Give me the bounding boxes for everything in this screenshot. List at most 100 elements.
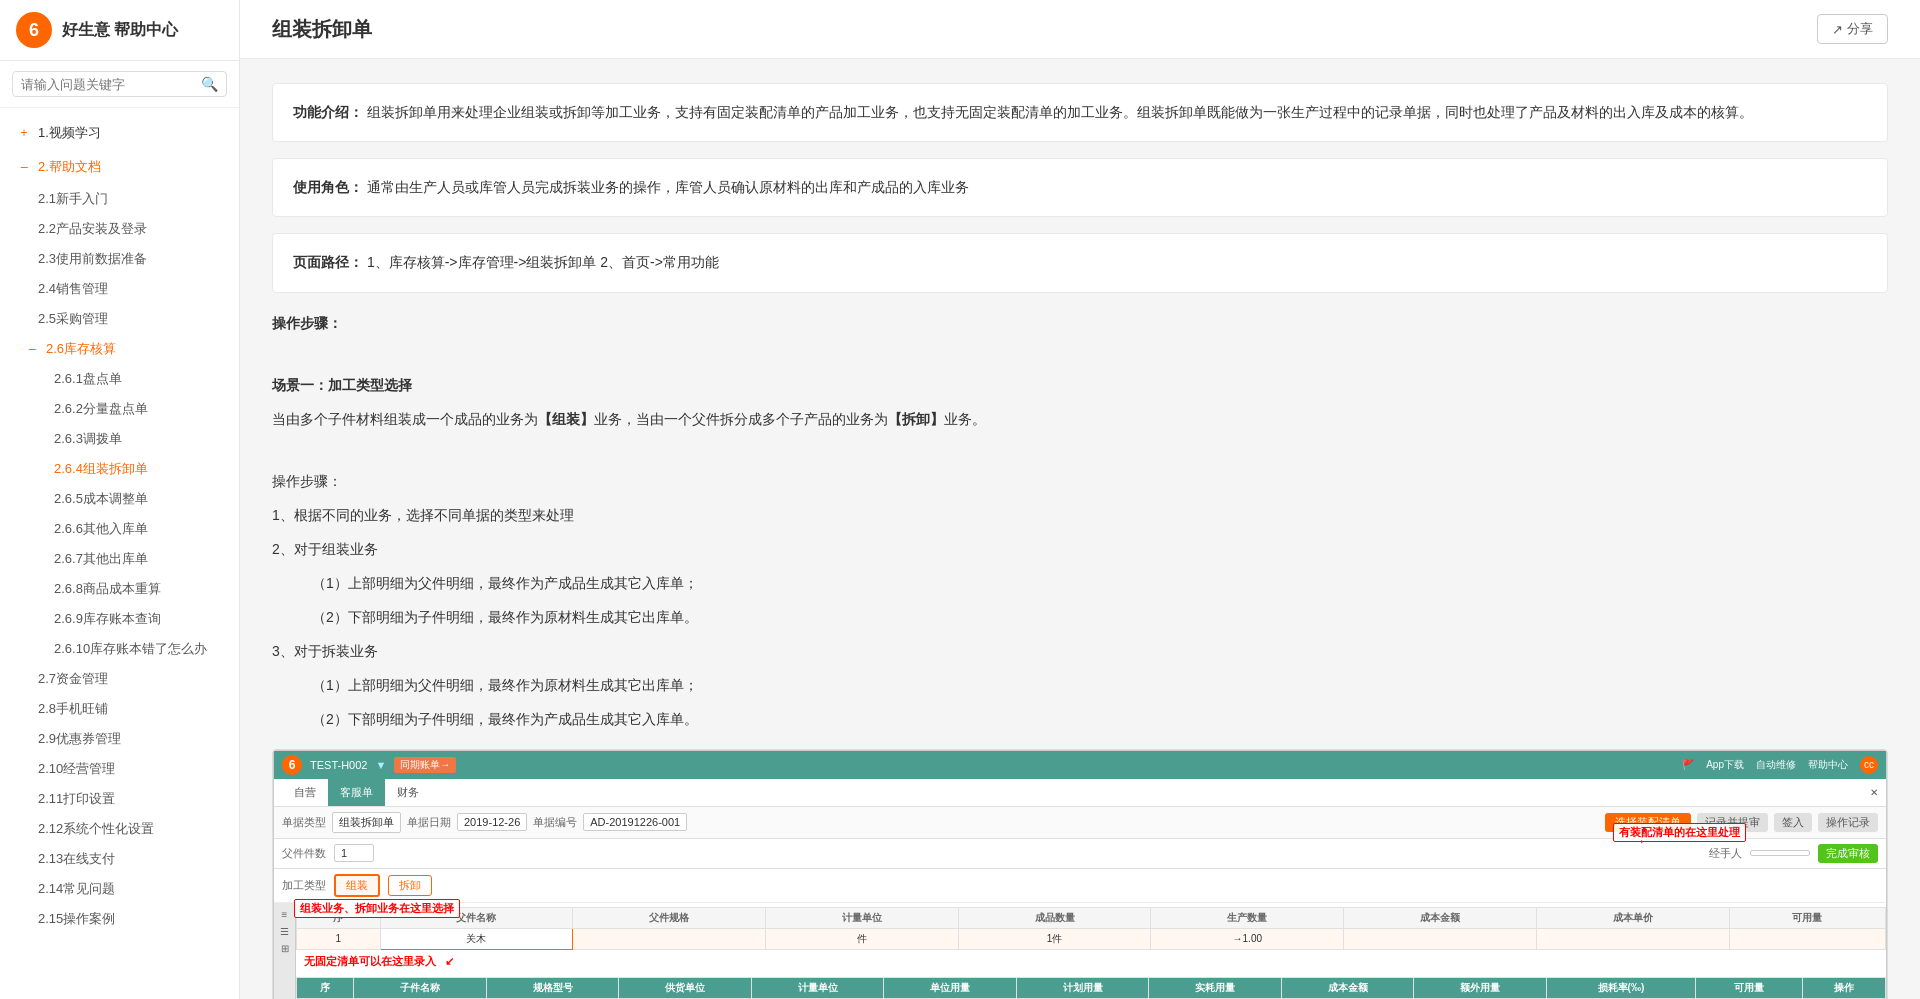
- sim-icon-1: ≡: [282, 909, 288, 920]
- sidebar-header: 6 好生意 帮助中心: [0, 0, 239, 61]
- sim-close-x: ✕: [1870, 787, 1878, 798]
- sim-col-unit: 计量单位: [766, 907, 959, 928]
- sidebar-item-finance[interactable]: 2.7资金管理: [0, 664, 239, 694]
- sidebar-item-stock-query[interactable]: 2.6.9库存账本查询: [0, 604, 239, 634]
- sidebar-item-cost-adjust[interactable]: 2.6.5成本调整单: [0, 484, 239, 514]
- sim-date-label: 单据日期: [407, 815, 451, 830]
- sim-main-content: ≡ ☰ ⊞ 序 父件名称 父件规格: [274, 903, 1886, 999]
- share-button[interactable]: ↗ 分享: [1817, 14, 1888, 44]
- sim-btn-more1: 签入: [1774, 813, 1812, 832]
- sim-disassembly-btn: 拆卸: [388, 875, 432, 896]
- sim-lower-col-extra: 额外用量: [1414, 977, 1546, 998]
- steps-content: 操作步骤： 场景一：加工类型选择 当由多个子件材料组装成一个成品的业务为【组装】…: [272, 309, 1888, 733]
- app-title: 好生意 帮助中心: [62, 20, 178, 41]
- sidebar-item-stock-error[interactable]: 2.6.10库存账本错了怎么办: [0, 634, 239, 664]
- content-body: 功能介绍： 组装拆卸单用来处理企业组装或拆卸等加工业务，支持有固定装配清单的产品…: [240, 59, 1920, 999]
- sidebar-item-coupon[interactable]: 2.9优惠券管理: [0, 724, 239, 754]
- sidebar-item-faq[interactable]: 2.14常见问题: [0, 874, 239, 904]
- sim-lower-col-unit-use: 单位用量: [884, 977, 1016, 998]
- sim-cell-cost-amt: [1344, 928, 1537, 949]
- sim-tab-home: 自营: [282, 779, 328, 806]
- search-box[interactable]: 🔍: [12, 71, 227, 97]
- sidebar-item-transfer[interactable]: 2.6.3调拨单: [0, 424, 239, 454]
- sim-app-download: App下载: [1706, 758, 1744, 772]
- sim-topbar-left: 6 TEST-H002 ▼ 同期账单→: [282, 755, 456, 775]
- sidebar-item-newbie[interactable]: 2.1新手入门: [0, 184, 239, 214]
- sim-lower-table: 序 子件名称 规格型号 供货单位 计量单位 单位用量 计划用量 实耗用量 成本金…: [296, 977, 1886, 999]
- annotation-type: 组装业务、拆卸业务在这里选择: [294, 899, 460, 918]
- sidebar-item-sales[interactable]: 2.4销售管理: [0, 274, 239, 304]
- sim-logo: 6: [282, 755, 302, 775]
- sim-topbar: 6 TEST-H002 ▼ 同期账单→ 🚩 App下载 自动维修 帮助中心 cc: [274, 751, 1886, 779]
- nav-section-2: − 2.帮助文档 2.1新手入门 2.2产品安装及登录 2.3使用前数据准备 2…: [0, 150, 239, 934]
- sidebar-item-cost-recalc[interactable]: 2.6.8商品成本重算: [0, 574, 239, 604]
- page-title: 组装拆卸单: [272, 16, 372, 43]
- path-text: 1、库存核算->库存管理->组装拆卸单 2、首页->常用功能: [367, 254, 719, 270]
- sim-lower-col-supplier: 供货单位: [619, 977, 751, 998]
- sidebar-item-other-out[interactable]: 2.6.7其他出库单: [0, 544, 239, 574]
- sim-person-label: 经手人: [1709, 846, 1742, 861]
- sim-lower-col-spec: 规格型号: [486, 977, 618, 998]
- sidebar-item-payment[interactable]: 2.13在线支付: [0, 844, 239, 874]
- screenshot-container: 6 TEST-H002 ▼ 同期账单→ 🚩 App下载 自动维修 帮助中心 cc: [272, 749, 1888, 999]
- sim-type-val: 组装拆卸单: [332, 812, 401, 833]
- sim-nav-tabs: 自营 客服单 财务 ✕: [274, 779, 1886, 807]
- search-input[interactable]: [21, 77, 201, 92]
- sidebar-item-print[interactable]: 2.11打印设置: [0, 784, 239, 814]
- role-box: 使用角色： 通常由生产人员或库管人员完成拆装业务的操作，库管人员确认原材料的出库…: [272, 158, 1888, 217]
- sim-lower-col-loss: 损耗率(‰): [1546, 977, 1695, 998]
- search-icon[interactable]: 🔍: [201, 76, 218, 92]
- content-header: 组装拆卸单 ↗ 分享: [240, 0, 1920, 59]
- steps-intro: 操作步骤：: [272, 467, 1888, 495]
- sim-icon-3: ⊞: [281, 943, 289, 954]
- sim-lower-col-op: 操作: [1803, 977, 1886, 998]
- sidebar-item-install[interactable]: 2.2产品安装及登录: [0, 214, 239, 244]
- sim-icon-2: ☰: [280, 926, 289, 937]
- sim-assembly-btn: 组装: [334, 874, 380, 897]
- sim-lower-col-avail: 可用量: [1696, 977, 1803, 998]
- main-content: 组装拆卸单 ↗ 分享 功能介绍： 组装拆卸单用来处理企业组装或拆卸等加工业务，支…: [240, 0, 1920, 999]
- share-icon: ↗: [1832, 22, 1843, 37]
- sidebar-item-cases[interactable]: 2.15操作案例: [0, 904, 239, 934]
- sidebar: 6 好生意 帮助中心 🔍 + 1.视频学习 − 2.帮助文档 2.1新手入门 2…: [0, 0, 240, 999]
- arrow-has-config: →: [1632, 833, 1646, 849]
- sim-cell-seq: 1: [297, 928, 381, 949]
- path-box: 页面路径： 1、库存核算->库存管理->组装拆卸单 2、首页->常用功能: [272, 233, 1888, 292]
- sim-user-avatar: cc: [1860, 756, 1878, 774]
- sidebar-item-data-prep[interactable]: 2.3使用前数据准备: [0, 244, 239, 274]
- sidebar-item-partial-stocktake[interactable]: 2.6.2分量盘点单: [0, 394, 239, 424]
- sim-help-center: 帮助中心: [1808, 758, 1848, 772]
- sidebar-item-docs[interactable]: − 2.帮助文档: [0, 150, 239, 184]
- step2-sub1: （1）上部明细为父件明细，最终作为产成品生成其它入库单；: [312, 569, 1888, 597]
- annotation-no-config-wrapper: 无固定清单可以在这里录入 ↙: [296, 950, 1886, 973]
- sim-lower-col-plan-qty: 计划用量: [1016, 977, 1148, 998]
- sidebar-item-video[interactable]: + 1.视频学习: [0, 116, 239, 150]
- sim-cell-prod-qty: →1.00: [1151, 928, 1344, 949]
- sidebar-nav: + 1.视频学习 − 2.帮助文档 2.1新手入门 2.2产品安装及登录 2.3…: [0, 108, 239, 999]
- sidebar-item-settings[interactable]: 2.12系统个性化设置: [0, 814, 239, 844]
- sidebar-item-operation[interactable]: 2.10经营管理: [0, 754, 239, 784]
- step2-sub2: （2）下部明细为子件明细，最终作为原材料生成其它出库单。: [312, 603, 1888, 631]
- sidebar-item-other-in[interactable]: 2.6.6其他入库单: [0, 514, 239, 544]
- sim-btn-primary: 同期账单→: [394, 757, 456, 773]
- sidebar-item-stocktake[interactable]: 2.6.1盘点单: [0, 364, 239, 394]
- sim-col-prod-qty: 生产数量: [1151, 907, 1344, 928]
- sim-upper-row-1: 1 关木 件 1件 →1.00: [297, 928, 1886, 949]
- sim-tab-service: 客服单: [328, 779, 385, 806]
- sim-col-avail: 可用量: [1729, 907, 1885, 928]
- sim-topbar-right: 🚩 App下载 自动维修 帮助中心 cc: [1682, 756, 1878, 774]
- sidebar-item-assembly[interactable]: 2.6.4组装拆卸单: [0, 454, 239, 484]
- sim-btn-more2: 操作记录: [1818, 813, 1878, 832]
- step3: 3、对于拆装业务: [272, 637, 1888, 665]
- nav-sub-docs: 2.1新手入门 2.2产品安装及登录 2.3使用前数据准备 2.4销售管理 2.…: [0, 184, 239, 934]
- sim-lower-col-actual-qty: 实耗用量: [1149, 977, 1281, 998]
- sim-count-val: 1: [334, 844, 374, 862]
- arrow-no-config: ↙: [445, 955, 454, 967]
- sim-tab-actions: ✕: [1870, 779, 1878, 806]
- sidebar-search-area: 🔍: [0, 61, 239, 108]
- sim-cell-product-qty: 1件: [958, 928, 1151, 949]
- sidebar-item-inventory[interactable]: − 2.6库存核算: [0, 334, 239, 364]
- sidebar-item-mobile[interactable]: 2.8手机旺铺: [0, 694, 239, 724]
- step2: 2、对于组装业务: [272, 535, 1888, 563]
- sidebar-item-purchase[interactable]: 2.5采购管理: [0, 304, 239, 334]
